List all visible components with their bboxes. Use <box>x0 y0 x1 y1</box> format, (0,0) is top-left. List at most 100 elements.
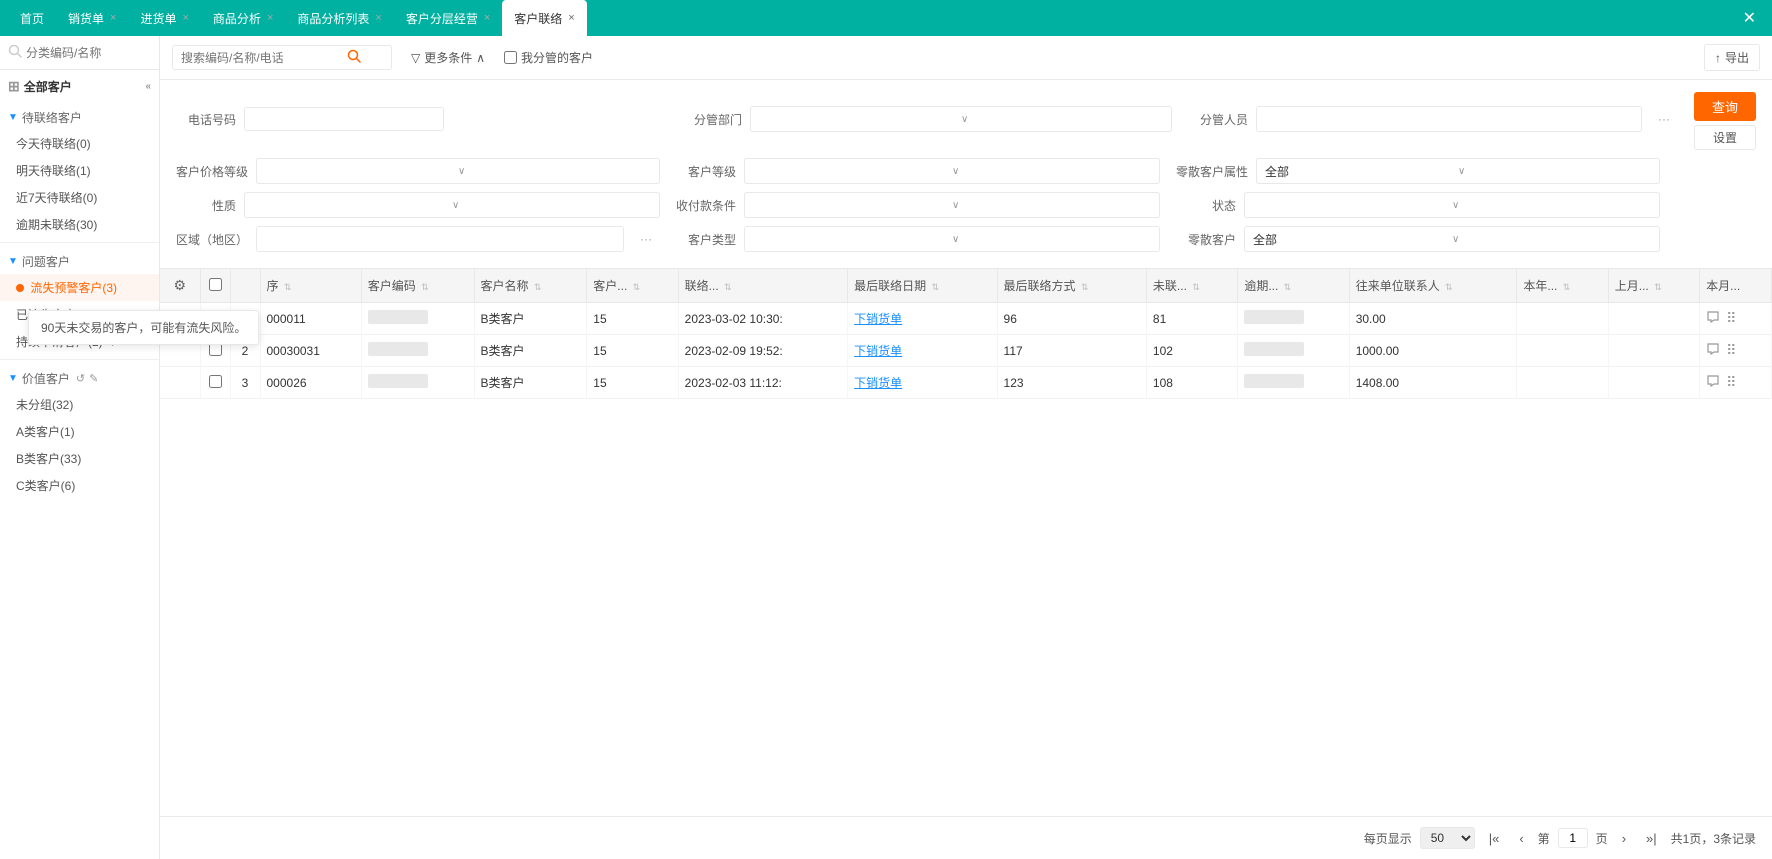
sidebar-item-today[interactable]: 今天待联络(0) <box>0 130 159 157</box>
page-number-input[interactable] <box>1558 828 1588 848</box>
select-all-checkbox[interactable] <box>209 278 222 291</box>
query-button[interactable]: 查询 <box>1694 92 1756 121</box>
tab-analysis[interactable]: 商品分析 × <box>201 0 285 36</box>
dept-select[interactable]: ∨ <box>750 106 1172 132</box>
col-checkbox[interactable] <box>200 269 230 303</box>
more-actions-icon[interactable]: ⠿ <box>1726 374 1736 391</box>
customer-tier-select[interactable]: ∨ <box>744 158 1160 184</box>
row-last-month-cell <box>1517 335 1608 367</box>
row-last-month-cell <box>1517 303 1608 335</box>
row-checkbox-cell[interactable] <box>200 367 230 399</box>
close-icon[interactable]: × <box>568 12 574 24</box>
contact-icon[interactable] <box>1706 374 1720 391</box>
close-icon[interactable]: × <box>267 12 273 24</box>
tab-purchase[interactable]: 进货单 × <box>128 0 200 36</box>
sidebar-group-pending[interactable]: ▼ 待联络客户 <box>0 103 159 130</box>
my-customers-checkbox[interactable] <box>504 51 517 64</box>
sidebar-item-class-a[interactable]: A类客户(1) <box>0 418 159 445</box>
filter-search-icon[interactable] <box>347 49 361 66</box>
col-last-way-header[interactable]: 最后联络日期 ⇅ <box>848 269 997 303</box>
setting-button[interactable]: 设置 <box>1694 125 1756 150</box>
tab-analysis-list[interactable]: 商品分析列表 × <box>285 0 393 36</box>
nature-select[interactable]: ∨ <box>244 192 660 218</box>
region-more-button[interactable]: ··· <box>632 229 660 249</box>
all-customers-header[interactable]: ⊞ 全部客户 « <box>0 70 159 103</box>
col-settings[interactable]: ⚙ <box>160 269 200 303</box>
sidebar-item-week7[interactable]: 近7天待联络(0) <box>0 184 159 211</box>
row-checkbox[interactable] <box>209 375 222 388</box>
tab-sales[interactable]: 销货单 × <box>56 0 128 36</box>
person-more-button[interactable]: ··· <box>1650 109 1678 129</box>
row-settings-cell <box>160 367 200 399</box>
contact-icon[interactable] <box>1706 310 1720 327</box>
sidebar-search-input[interactable] <box>26 46 160 60</box>
filter-actions: 查询 设置 <box>1694 92 1756 150</box>
col-this-month-header[interactable]: 上月... ⇅ <box>1608 269 1699 303</box>
zero-customer-select[interactable]: 全部 ∨ <box>1244 226 1660 252</box>
row-uncontacted-cell: 123 <box>997 367 1146 399</box>
more-actions-icon[interactable]: ⠿ <box>1726 342 1736 359</box>
col-name-header[interactable]: 客户编码 ⇅ <box>361 269 474 303</box>
filter-search-input[interactable] <box>181 51 341 65</box>
close-icon[interactable]: × <box>484 12 490 24</box>
top-nav: 首页 销货单 × 进货单 × 商品分析 × 商品分析列表 × 客户分层经营 × … <box>0 0 1772 36</box>
contact-icon[interactable] <box>1706 342 1720 359</box>
row-overdue-cell: 102 <box>1146 335 1237 367</box>
close-icon[interactable]: × <box>110 12 116 24</box>
col-uncontacted-header[interactable]: 最后联络方式 ⇅ <box>997 269 1146 303</box>
sidebar-item-tomorrow[interactable]: 明天待联络(1) <box>0 157 159 184</box>
col-type-header[interactable]: 客户名称 ⇅ <box>474 269 587 303</box>
per-page-select[interactable]: 50 100 200 <box>1420 827 1475 849</box>
next-page-button[interactable]: › <box>1616 829 1632 848</box>
sidebar-item-churn-risk[interactable]: 流失预警客户(3) <box>0 274 159 301</box>
row-code-cell: 000011 <box>260 303 361 335</box>
row-last-way-cell[interactable]: 下销货单 <box>848 335 997 367</box>
app-root: 首页 销货单 × 进货单 × 商品分析 × 商品分析列表 × 客户分层经营 × … <box>0 0 1772 859</box>
col-this-year-header[interactable]: 往来单位联系人 ⇅ <box>1349 269 1517 303</box>
col-last-date-header[interactable]: 联络... ⇅ <box>678 269 848 303</box>
price-tier-select[interactable]: ∨ <box>256 158 660 184</box>
window-close-button[interactable]: ✕ <box>1735 8 1764 28</box>
sidebar-group-value[interactable]: ▼ 价值客户 ↺ ✎ <box>0 364 159 391</box>
col-code-header[interactable]: 序 ⇅ <box>260 269 361 303</box>
col-last-month-header[interactable]: 本年... ⇅ <box>1517 269 1608 303</box>
last-page-button[interactable]: »| <box>1640 829 1663 848</box>
row-last-way-cell[interactable]: 下销货单 <box>848 303 997 335</box>
sidebar-group-churn[interactable]: ▼ 问题客户 <box>0 247 159 274</box>
col-action-header: 本月... <box>1700 269 1772 303</box>
more-actions-icon[interactable]: ⠿ <box>1726 310 1736 327</box>
col-contact-header[interactable]: 客户... ⇅ <box>587 269 678 303</box>
person-label: 分管人员 <box>1188 111 1248 128</box>
zero-attr-select[interactable]: 全部 ∨ <box>1256 158 1660 184</box>
sidebar-item-class-b[interactable]: B类客户(33) <box>0 445 159 472</box>
status-label: 状态 <box>1176 197 1236 214</box>
my-customers-checkbox-area[interactable]: 我分管的客户 <box>504 49 593 66</box>
gear-icon[interactable]: ⚙ <box>173 277 186 293</box>
filter-field-dept: 分管部门 ∨ <box>682 106 1172 132</box>
more-conditions-button[interactable]: ▽ 更多条件 ∧ <box>402 45 494 70</box>
person-select[interactable] <box>1256 106 1642 132</box>
prev-page-button[interactable]: ‹ <box>1513 829 1529 848</box>
payment-select[interactable]: ∨ <box>744 192 1160 218</box>
sidebar-item-overdue[interactable]: 逾期未联络(30) <box>0 211 159 238</box>
row-last-way-cell[interactable]: 下销货单 <box>848 367 997 399</box>
first-page-button[interactable]: |« <box>1483 829 1506 848</box>
sidebar-item-class-c[interactable]: C类客户(6) <box>0 472 159 499</box>
status-select[interactable]: ∨ <box>1244 192 1660 218</box>
col-overdue-header[interactable]: 未联... ⇅ <box>1146 269 1237 303</box>
sort-icon: ⇅ <box>724 282 732 292</box>
close-icon[interactable]: × <box>182 12 188 24</box>
tab-customer-link[interactable]: 客户联络 × <box>502 0 586 36</box>
tab-customer-tier[interactable]: 客户分层经营 × <box>394 0 502 36</box>
row-this-month-cell <box>1608 303 1699 335</box>
phone-input[interactable] <box>244 107 444 131</box>
customer-type-select[interactable]: ∨ <box>744 226 1160 252</box>
page-input-label: 第 <box>1538 830 1550 847</box>
export-button[interactable]: ↑ 导出 <box>1704 44 1760 71</box>
chevron-down-icon: ∨ <box>952 200 1151 211</box>
tab-home[interactable]: 首页 <box>8 0 56 36</box>
sidebar-item-ungroup[interactable]: 未分组(32) <box>0 391 159 418</box>
close-icon[interactable]: × <box>375 12 381 24</box>
col-unit-contact-header[interactable]: 逾期... ⇅ <box>1238 269 1349 303</box>
region-select[interactable] <box>256 226 624 252</box>
